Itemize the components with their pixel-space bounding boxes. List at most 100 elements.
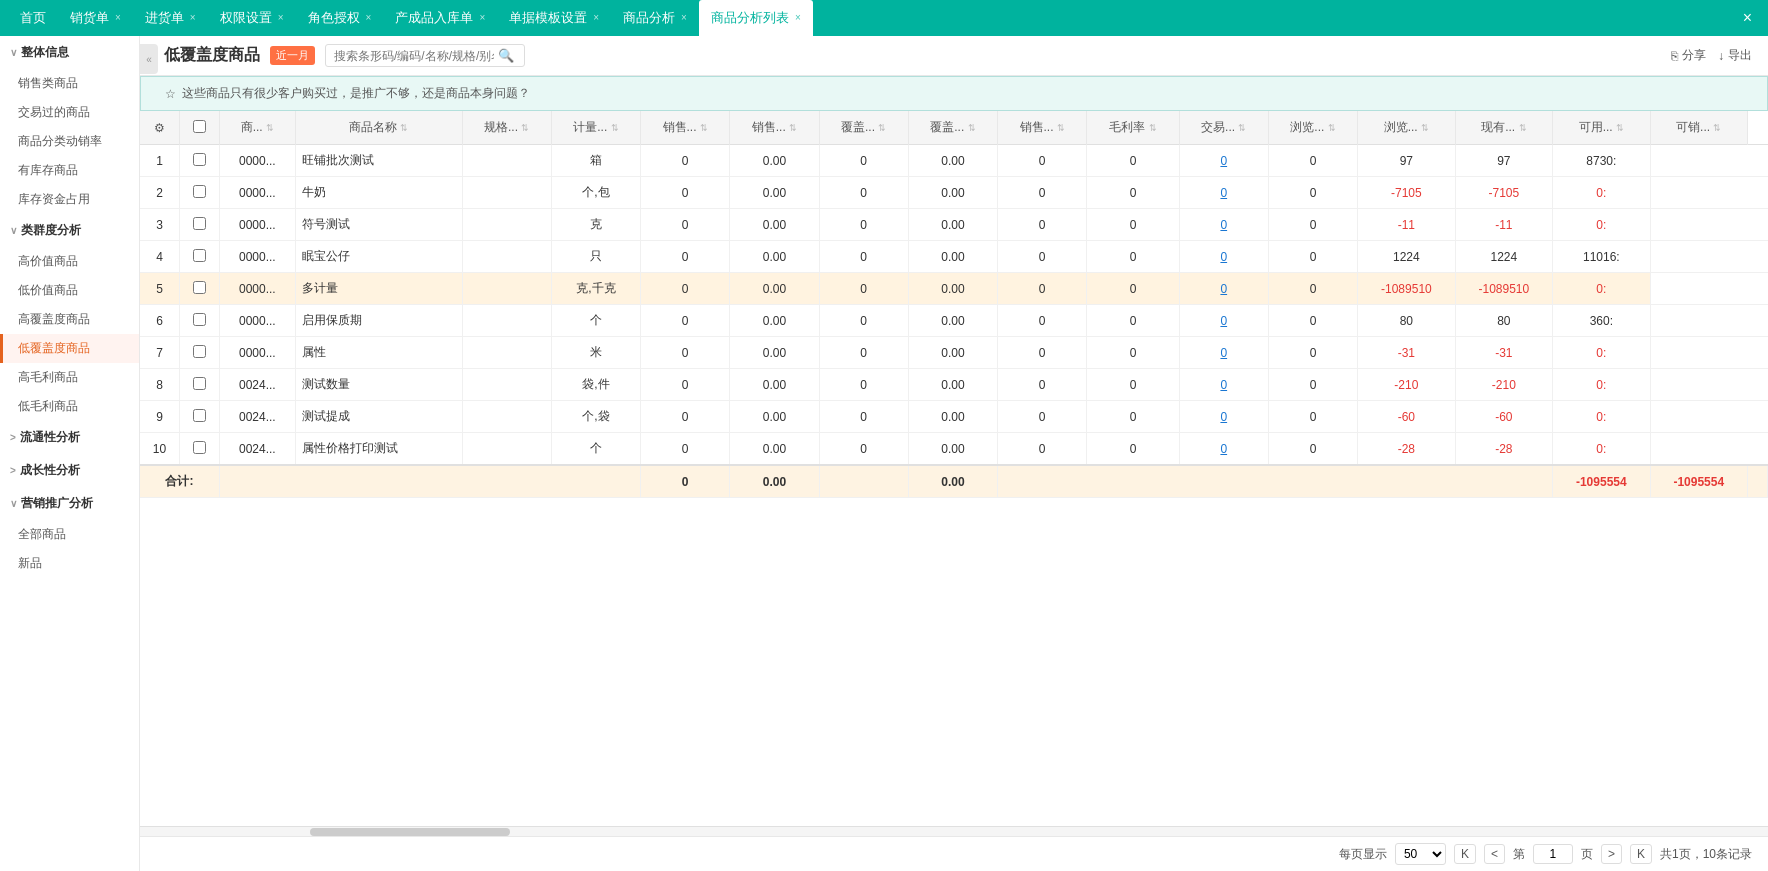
sidebar-item-low-coverage[interactable]: 低覆盖度商品	[0, 334, 139, 363]
share-button[interactable]: ⎘ 分享	[1671, 47, 1706, 64]
nav-product-inbound[interactable]: 产成品入库单×	[383, 0, 497, 36]
cell-link[interactable]: 0	[1179, 209, 1268, 241]
sidebar-section-overall[interactable]: ∨ 整体信息	[0, 36, 139, 69]
col-sales3[interactable]: 销售... ⇅	[998, 111, 1087, 145]
col-coverage2[interactable]: 覆盖... ⇅	[908, 111, 997, 145]
col-checkbox[interactable]	[180, 111, 220, 145]
row-checkbox[interactable]	[193, 409, 206, 422]
search-input[interactable]	[334, 49, 494, 63]
col-margin[interactable]: 毛利率 ⇅	[1087, 111, 1179, 145]
sidebar-item-capital[interactable]: 库存资金占用	[0, 185, 139, 214]
cell-link[interactable]: 0	[1179, 273, 1268, 305]
sidebar-item-stock-goods[interactable]: 有库存商品	[0, 156, 139, 185]
prev-page-button[interactable]: <	[1484, 844, 1505, 864]
nav-purchase[interactable]: 进货单×	[133, 0, 208, 36]
cell-link[interactable]: 0	[1179, 177, 1268, 209]
nav-product-analysis-close[interactable]: ×	[681, 0, 687, 36]
nav-close-all-button[interactable]: ×	[1735, 9, 1760, 27]
row-checkbox[interactable]	[193, 249, 206, 262]
col-unit[interactable]: 计量... ⇅	[551, 111, 640, 145]
sidebar-item-all-goods[interactable]: 全部商品	[0, 520, 139, 549]
page-size-select[interactable]: 50 100 200	[1395, 843, 1446, 865]
sidebar-section-marketing[interactable]: ∨ 营销推广分析	[0, 487, 139, 520]
search-icon[interactable]: 🔍	[498, 48, 514, 63]
select-all-checkbox[interactable]	[193, 120, 206, 133]
cell-check[interactable]	[180, 209, 220, 241]
sidebar-item-sales-goods[interactable]: 销售类商品	[0, 69, 139, 98]
sidebar-item-high-value[interactable]: 高价值商品	[0, 247, 139, 276]
cell-check[interactable]	[180, 305, 220, 337]
nav-purchase-close[interactable]: ×	[190, 0, 196, 36]
row-checkbox[interactable]	[193, 377, 206, 390]
nav-home[interactable]: 首页	[8, 0, 58, 36]
sidebar-item-high-margin[interactable]: 高毛利商品	[0, 363, 139, 392]
cell-link[interactable]: 0	[1179, 337, 1268, 369]
col-name[interactable]: 商品名称 ⇅	[295, 111, 462, 145]
sidebar-item-category-rate[interactable]: 商品分类动销率	[0, 127, 139, 156]
sidebar-item-traded-goods[interactable]: 交易过的商品	[0, 98, 139, 127]
row-checkbox[interactable]	[193, 441, 206, 454]
sidebar-collapse-button[interactable]: «	[140, 44, 158, 74]
last-page-button[interactable]: K	[1630, 844, 1652, 864]
horizontal-scrollbar[interactable]	[140, 826, 1768, 836]
row-checkbox[interactable]	[193, 313, 206, 326]
time-filter-tag[interactable]: 近一月	[270, 46, 315, 65]
nav-product-analysis-list[interactable]: 商品分析列表×	[699, 0, 813, 36]
cell-check[interactable]	[180, 177, 220, 209]
cell-check[interactable]	[180, 241, 220, 273]
sidebar-item-low-margin[interactable]: 低毛利商品	[0, 392, 139, 421]
scrollbar-thumb[interactable]	[310, 828, 510, 836]
nav-sales[interactable]: 销货单×	[58, 0, 133, 36]
sidebar-item-new-goods[interactable]: 新品	[0, 549, 139, 578]
page-number-input[interactable]	[1533, 844, 1573, 864]
col-coverage1[interactable]: 覆盖... ⇅	[819, 111, 908, 145]
col-transaction[interactable]: 交易... ⇅	[1179, 111, 1268, 145]
col-current-stock[interactable]: 现有... ⇅	[1455, 111, 1552, 145]
sidebar-section-circulation[interactable]: > 流通性分析	[0, 421, 139, 454]
col-available-stock[interactable]: 可用... ⇅	[1553, 111, 1650, 145]
export-button[interactable]: ↓ 导出	[1718, 47, 1752, 64]
cell-check[interactable]	[180, 145, 220, 177]
sidebar-section-growth[interactable]: > 成长性分析	[0, 454, 139, 487]
col-sales1[interactable]: 销售... ⇅	[641, 111, 730, 145]
nav-product-inbound-close[interactable]: ×	[479, 0, 485, 36]
cell-link[interactable]: 0	[1179, 241, 1268, 273]
nav-product-analysis[interactable]: 商品分析×	[611, 0, 699, 36]
row-checkbox[interactable]	[193, 185, 206, 198]
col-code[interactable]: 商... ⇅	[219, 111, 295, 145]
row-checkbox[interactable]	[193, 281, 206, 294]
col-sales2[interactable]: 销售... ⇅	[730, 111, 819, 145]
cell-check[interactable]	[180, 273, 220, 305]
row-checkbox[interactable]	[193, 345, 206, 358]
nav-roles[interactable]: 角色授权×	[296, 0, 384, 36]
col-browse2[interactable]: 浏览... ⇅	[1358, 111, 1455, 145]
cell-link[interactable]: 0	[1179, 369, 1268, 401]
cell-link[interactable]: 0	[1179, 305, 1268, 337]
nav-permissions[interactable]: 权限设置×	[208, 0, 296, 36]
col-browse1[interactable]: 浏览... ⇅	[1268, 111, 1357, 145]
nav-roles-close[interactable]: ×	[366, 0, 372, 36]
table-container[interactable]: ⚙ 商... ⇅ 商品名称 ⇅ 规格... ⇅ 计量... ⇅ 销售... ⇅ …	[140, 111, 1768, 826]
cell-check[interactable]	[180, 337, 220, 369]
nav-template[interactable]: 单据模板设置×	[497, 0, 611, 36]
cell-link[interactable]: 0	[1179, 401, 1268, 433]
cell-link[interactable]: 0	[1179, 145, 1268, 177]
sidebar-item-high-coverage[interactable]: 高覆盖度商品	[0, 305, 139, 334]
nav-template-close[interactable]: ×	[593, 0, 599, 36]
sidebar-item-low-value[interactable]: 低价值商品	[0, 276, 139, 305]
cell-check[interactable]	[180, 401, 220, 433]
cell-check[interactable]	[180, 433, 220, 466]
cell-link[interactable]: 0	[1179, 433, 1268, 466]
search-box[interactable]: 🔍	[325, 44, 525, 67]
col-sellable-stock[interactable]: 可销... ⇅	[1650, 111, 1747, 145]
row-checkbox[interactable]	[193, 217, 206, 230]
row-checkbox[interactable]	[193, 153, 206, 166]
sidebar-section-cluster[interactable]: ∨ 类群度分析	[0, 214, 139, 247]
nav-sales-close[interactable]: ×	[115, 0, 121, 36]
nav-permissions-close[interactable]: ×	[278, 0, 284, 36]
next-page-button[interactable]: >	[1601, 844, 1622, 864]
cell-check[interactable]	[180, 369, 220, 401]
col-spec[interactable]: 规格... ⇅	[462, 111, 551, 145]
first-page-button[interactable]: K	[1454, 844, 1476, 864]
nav-product-analysis-list-close[interactable]: ×	[795, 0, 801, 36]
